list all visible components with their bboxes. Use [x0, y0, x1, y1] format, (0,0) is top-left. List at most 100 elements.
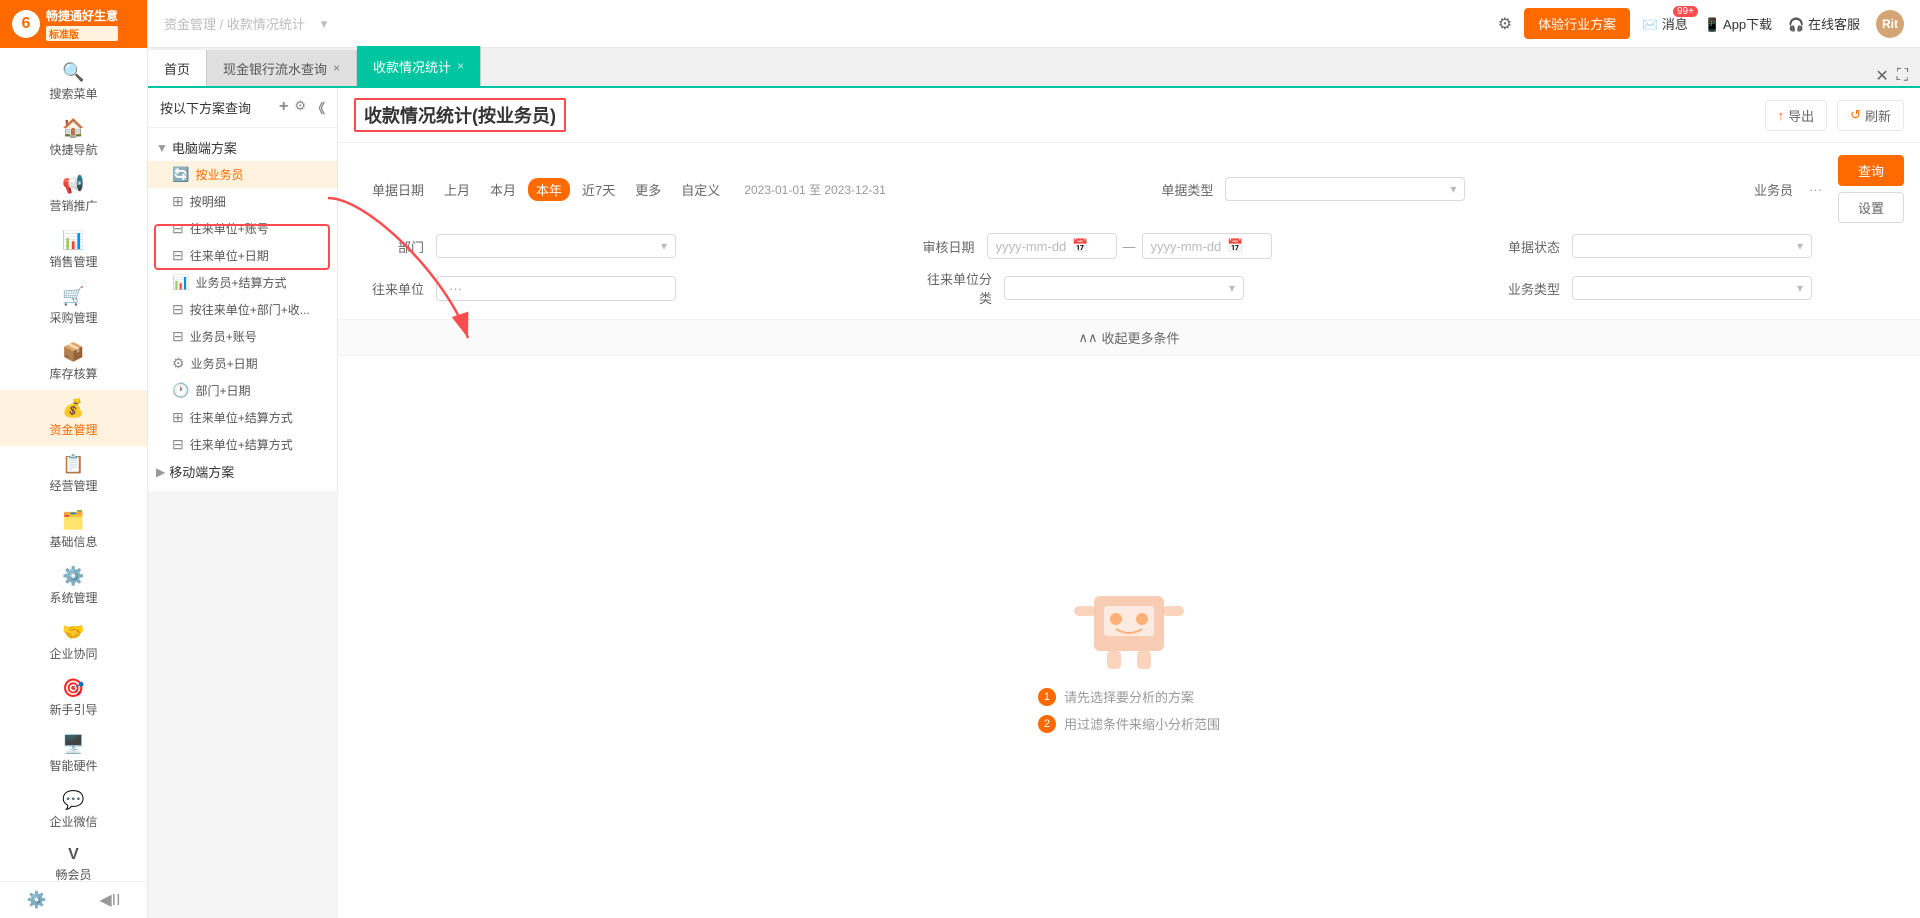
sidebar-item-label: 智能硬件	[49, 757, 97, 774]
biz-type-label: 业务类型	[1490, 279, 1560, 298]
scheme-item-dept-date[interactable]: 🕐 部门+日期	[148, 377, 337, 404]
close-window-btn[interactable]: ✕	[1875, 66, 1888, 86]
expand-btn[interactable]: ⛶	[1897, 67, 1908, 85]
doc-status-select[interactable]: ▾	[1572, 234, 1812, 258]
bar-icon: 📊	[172, 274, 189, 291]
scheme-settings-btn[interactable]: ⚙	[294, 98, 306, 117]
sidebar-item-enterprise[interactable]: 🤝 企业协同	[0, 614, 147, 670]
dept-label: 部门	[354, 237, 424, 256]
scheme-item-unit-dept-recv[interactable]: ⊟ 按往来单位+部门+收...	[148, 296, 337, 323]
scheme-item-salesperson-date[interactable]: ⚙ 业务员+日期	[148, 350, 337, 377]
empty-step-2: 2 用过滤条件来缩小分析范围	[1038, 714, 1220, 733]
collapse-area[interactable]: ∧∧ 收起更多条件	[338, 320, 1920, 356]
collapse-btn[interactable]: ∧∧ 收起更多条件	[1078, 328, 1179, 347]
sidebar-item-wechat[interactable]: 💬 企业微信	[0, 782, 147, 838]
user-avatar[interactable]: Rit	[1876, 10, 1904, 38]
scheme-item-unit-date[interactable]: ⊟ 往来单位+日期	[148, 242, 337, 269]
phone-icon: 📱	[1704, 17, 1720, 32]
member-icon: V	[68, 846, 79, 864]
sidebar-item-label: 基础信息	[49, 533, 97, 550]
scheme-group-desktop-title[interactable]: ▼ 电脑端方案	[148, 134, 337, 161]
scheme-item-salesperson-settle[interactable]: 📊 业务员+结算方式	[148, 269, 337, 296]
date-tabs: 上月 本月 本年 近7天 更多 自定义	[436, 178, 728, 201]
collapse-sidebar-btn[interactable]: ◀II	[99, 890, 120, 910]
date-tab-this-month[interactable]: 本月	[482, 178, 524, 201]
scheme-collapse-btn[interactable]: 《	[312, 98, 325, 117]
doc-type-select[interactable]: ▾	[1225, 177, 1465, 201]
audit-date-label: 审核日期	[895, 237, 975, 256]
partner-dots-icon[interactable]: ···	[449, 281, 462, 296]
sidebar: 6 畅捷通好生意 标准版 🔍 搜索菜单 🏠 快捷导航 📢 营销推广 📊 销售管理…	[0, 0, 148, 918]
query-button[interactable]: 查询	[1838, 155, 1904, 186]
sidebar-item-basic[interactable]: 🗂️ 基础信息	[0, 502, 147, 558]
sidebar-item-purchase[interactable]: 🛒 采购管理	[0, 278, 147, 334]
scheme-item-unit-settle2[interactable]: ⊟ 往来单位+结算方式	[148, 431, 337, 458]
date-tab-more[interactable]: 更多	[627, 178, 669, 201]
settings-button[interactable]: 设置	[1838, 192, 1904, 223]
breadcrumb: 资金管理 / 收款情况统计	[164, 14, 305, 33]
message-badge[interactable]: ✉️ 消息 99+	[1642, 14, 1688, 33]
biz-type-select[interactable]: ▾	[1572, 276, 1812, 300]
audit-date-to[interactable]: yyyy-mm-dd 📅	[1142, 233, 1272, 259]
scheme-item-unit-account[interactable]: ⊟ 往来单位+账号	[148, 215, 337, 242]
scheme-item-label: 往来单位+结算方式	[190, 436, 293, 453]
sidebar-item-search[interactable]: 🔍 搜索菜单	[0, 54, 147, 110]
refresh-button[interactable]: ↺ 刷新	[1837, 100, 1904, 131]
tab-receipt-close[interactable]: ×	[457, 59, 464, 73]
tab-home[interactable]: 首页	[148, 50, 207, 86]
sidebar-item-label: 企业协同	[49, 645, 97, 662]
sidebar-item-operation[interactable]: 📋 经营管理	[0, 446, 147, 502]
scheme-item-salesperson-account[interactable]: ⊟ 业务员+账号	[148, 323, 337, 350]
filter-row-date: 单据日期 上月 本月 本年 近7天 更多 自定义 2023-01-01 至 20…	[354, 155, 1904, 223]
sidebar-item-quick[interactable]: 🏠 快捷导航	[0, 110, 147, 166]
sidebar-item-hardware[interactable]: 🖥️ 智能硬件	[0, 726, 147, 782]
tab-bank[interactable]: 现金银行流水查询 ×	[207, 50, 357, 86]
enterprise-icon: 🤝	[62, 622, 84, 643]
scheme-panel-wrapper: 按以下方案查询 + ⚙ 《 ▼ 电脑端方案	[148, 88, 338, 918]
sidebar-item-system[interactable]: ⚙️ 系统管理	[0, 558, 147, 614]
doc-status-label: 单据状态	[1490, 237, 1560, 256]
logo-icon: 6	[12, 10, 40, 38]
audit-date-from[interactable]: yyyy-mm-dd 📅	[987, 233, 1117, 259]
online-service-link[interactable]: 🎧 在线客服	[1788, 14, 1860, 33]
scheme-item-by-salesperson[interactable]: 🔄 按业务员	[148, 161, 337, 188]
table-icon: ⊟	[172, 220, 184, 237]
dept-select[interactable]: ▾	[436, 234, 676, 258]
export-icon: ↑	[1778, 108, 1785, 123]
top-header: 资金管理 / 收款情况统计 ▾ ⚙ 体验行业方案 ✉️ 消息 99+ 📱 App…	[148, 0, 1920, 48]
sidebar-item-capital[interactable]: 💰 资金管理	[0, 390, 147, 446]
export-button[interactable]: ↑ 导出	[1765, 100, 1828, 131]
trial-button[interactable]: 体验行业方案	[1524, 8, 1630, 39]
tab-receipt[interactable]: 收款情况统计 ×	[357, 46, 481, 86]
capital-icon: 💰	[62, 398, 84, 419]
scheme-item-unit-settle1[interactable]: ⊞ 往来单位+结算方式	[148, 404, 337, 431]
tab-bank-close[interactable]: ×	[333, 61, 340, 75]
sidebar-item-label: 新手引导	[49, 701, 97, 718]
app-download-link[interactable]: 📱 App下载	[1704, 14, 1772, 33]
scheme-panel-header: 按以下方案查询 + ⚙ 《	[148, 88, 337, 128]
sidebar-item-sales[interactable]: 📊 销售管理	[0, 222, 147, 278]
calendar-to-icon: 📅	[1227, 238, 1243, 254]
scheme-add-btn[interactable]: +	[279, 98, 288, 117]
scheme-item-label: 往来单位+账号	[190, 220, 269, 237]
partner-select[interactable]: ···	[436, 276, 676, 301]
hardware-icon: 🖥️	[62, 734, 84, 755]
scheme-item-by-detail[interactable]: ⊞ 按明细	[148, 188, 337, 215]
date-tab-this-year[interactable]: 本年	[528, 178, 570, 201]
sidebar-item-marketing[interactable]: 📢 营销推广	[0, 166, 147, 222]
date-tab-7days[interactable]: 近7天	[574, 178, 623, 201]
sidebar-item-guide[interactable]: 🎯 新手引导	[0, 670, 147, 726]
sidebar-item-warehouse[interactable]: 📦 库存核算	[0, 334, 147, 390]
settings-icon[interactable]: ⚙	[1498, 14, 1512, 34]
partner-category-select[interactable]: ▾	[1004, 276, 1244, 300]
message-icon: ✉️	[1642, 17, 1658, 32]
empty-step-1: 1 请先选择要分析的方案	[1038, 687, 1220, 706]
scheme-group-mobile-title[interactable]: ▶ 移动端方案	[148, 458, 337, 485]
app-name: 畅捷通好生意	[46, 7, 118, 24]
date-tab-last-month[interactable]: 上月	[436, 178, 478, 201]
sidebar-item-member[interactable]: V 畅会员	[0, 838, 147, 881]
settings-footer-btn[interactable]: ⚙️	[26, 890, 46, 910]
filter-actions: 查询 设置	[1838, 155, 1904, 223]
salesperson-dots[interactable]: ···	[1809, 182, 1822, 197]
date-tab-custom[interactable]: 自定义	[673, 178, 728, 201]
